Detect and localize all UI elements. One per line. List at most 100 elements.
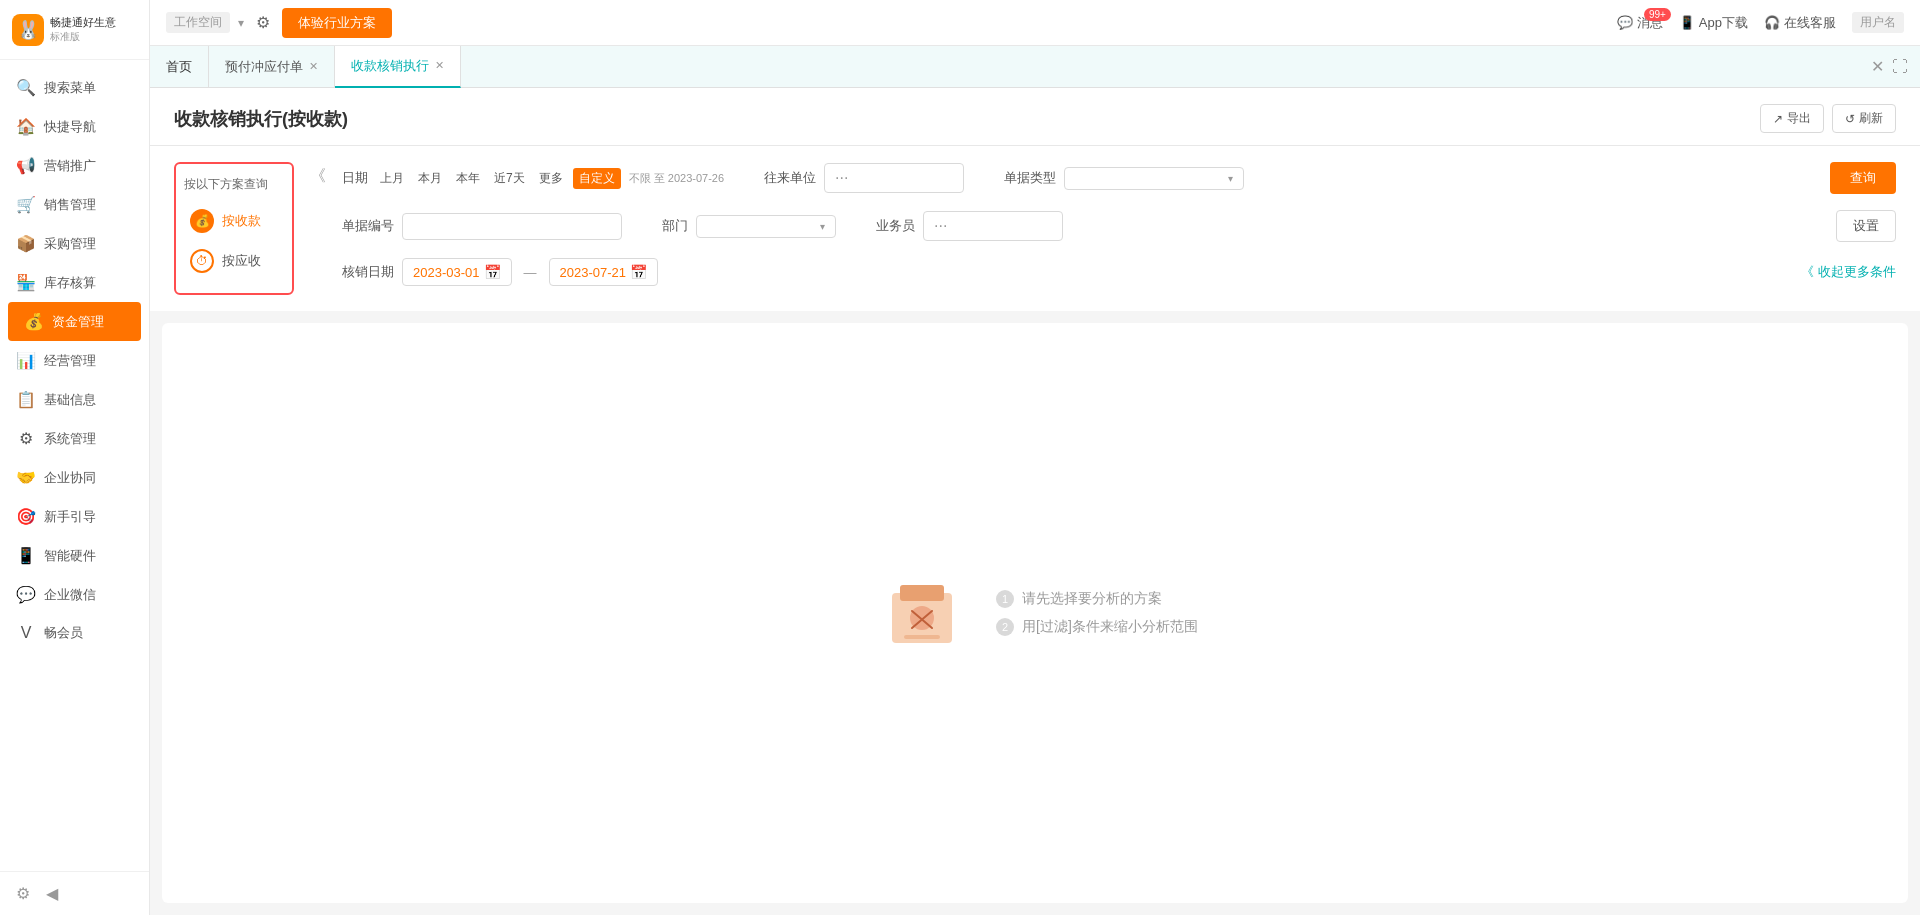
sidebar-icon-5: 🏪	[16, 273, 36, 292]
verify-date-field: 核销日期 2023-03-01 📅 — 2023-07-21 📅	[342, 258, 658, 286]
date-shortcuts: 上月 本月 本年 近7天 更多 自定义	[376, 168, 621, 189]
logo-icon: 🐰	[12, 14, 44, 46]
sidebar-item-畅会员[interactable]: V畅会员	[0, 614, 149, 652]
settings-bottom-icon[interactable]: ⚙	[16, 884, 30, 903]
date-more[interactable]: 更多	[535, 168, 567, 189]
calendar-start-icon[interactable]: 📅	[484, 264, 501, 280]
query-button[interactable]: 查询	[1830, 162, 1896, 194]
sidebar-icon-3: 🛒	[16, 195, 36, 214]
empty-tips: 1 请先选择要分析的方案 2 用[过滤]条件来缩小分析范围	[996, 590, 1198, 636]
tab-verify[interactable]: 收款核销执行 ✕	[335, 46, 461, 88]
sidebar-icon-13: 💬	[16, 585, 36, 604]
verify-tab-close-icon[interactable]: ✕	[435, 59, 444, 72]
doc-type-select[interactable]: ▾	[1064, 167, 1244, 190]
sidebar-item-搜索菜单[interactable]: 🔍 搜索菜单	[0, 68, 149, 107]
export-button[interactable]: ↗ 导出	[1760, 104, 1824, 133]
date-this-month[interactable]: 本月	[414, 168, 446, 189]
filter-by-receivable[interactable]: ⏱ 按应收	[184, 241, 284, 281]
sidebar-label-7: 经营管理	[44, 352, 96, 370]
export-icon: ↗	[1773, 112, 1783, 126]
sidebar-icon-8: 📋	[16, 390, 36, 409]
prepay-tab-label: 预付冲应付单	[225, 58, 303, 76]
sidebar-item-快捷导航[interactable]: 🏠 快捷导航	[0, 107, 149, 146]
sidebar-item-营销推广[interactable]: 📢营销推广	[0, 146, 149, 185]
doc-no-input[interactable]	[402, 213, 622, 240]
calendar-end-icon[interactable]: 📅	[630, 264, 647, 280]
sidebar-item-企业协同[interactable]: 🤝企业协同	[0, 458, 149, 497]
filter-toggle-icon[interactable]: 《	[310, 162, 326, 187]
tab-home[interactable]: 首页	[150, 46, 209, 88]
sidebar-label-1: 快捷导航	[44, 118, 96, 136]
sidebar-icon-1: 🏠	[16, 117, 36, 136]
filter-type-selector: 按以下方案查询 💰 按收款 ⏱ 按应收	[174, 162, 294, 295]
refresh-button[interactable]: ↺ 刷新	[1832, 104, 1896, 133]
sidebar-item-销售管理[interactable]: 🛒 销售管理	[0, 185, 149, 224]
sidebar-item-基础信息[interactable]: 📋基础信息	[0, 380, 149, 419]
staff-field: 业务员 ···	[876, 211, 1063, 241]
sidebar-label-0: 搜索菜单	[44, 79, 96, 97]
sidebar-item-系统管理[interactable]: ⚙系统管理	[0, 419, 149, 458]
collapse-more-button[interactable]: 《 收起更多条件	[1801, 263, 1896, 281]
staff-select[interactable]: ···	[923, 211, 1063, 241]
svg-rect-1	[900, 585, 944, 601]
date-7days[interactable]: 近7天	[490, 168, 529, 189]
content-area: 收款核销执行(按收款) ↗ 导出 ↺ 刷新 按以下方案查询 💰 按收款	[150, 88, 1920, 915]
filter-row-2: 单据编号 部门 ▾ 业务员 ···	[342, 210, 1896, 242]
receipt-label: 按收款	[222, 212, 261, 230]
staff-label: 业务员	[876, 217, 915, 235]
sidebar-icon-10: 🤝	[16, 468, 36, 487]
chevron-down-icon[interactable]: ▾	[238, 16, 244, 30]
sidebar-label-4: 采购管理	[44, 235, 96, 253]
sidebar-item-企业微信[interactable]: 💬 企业微信	[0, 575, 149, 614]
export-label: 导出	[1787, 110, 1811, 127]
sidebar-label-11: 新手引导	[44, 508, 96, 526]
verify-date-start-val: 2023-03-01	[413, 265, 480, 280]
tab-expand-button[interactable]: ⛶	[1892, 58, 1908, 76]
setting-button[interactable]: 设置	[1836, 210, 1896, 242]
prepay-tab-close-icon[interactable]: ✕	[309, 60, 318, 73]
verify-date-start-input[interactable]: 2023-03-01 📅	[402, 258, 512, 286]
sidebar-item-经营管理[interactable]: 📊经营管理	[0, 341, 149, 380]
service-label: 在线客服	[1784, 14, 1836, 32]
doc-type-field: 单据类型 ▾	[1004, 167, 1244, 190]
sidebar-item-资金管理[interactable]: 💰资金管理	[8, 302, 141, 341]
doc-type-label: 单据类型	[1004, 169, 1056, 187]
sidebar: 🐰 畅捷通好生意 标准版 🔍搜索菜单🏠快捷导航📢营销推广🛒销售管理📦采购管理🏪库…	[0, 0, 150, 915]
sidebar-icon-9: ⚙	[16, 429, 36, 448]
sidebar-item-库存核算[interactable]: 🏪 库存核算	[0, 263, 149, 302]
date-range-separator: —	[520, 265, 541, 280]
filter-form: 日期 上月 本月 本年 近7天 更多 自定义 不限 至 2023-07-26 往…	[342, 162, 1896, 295]
doc-no-label: 单据编号	[342, 217, 394, 235]
sidebar-label-13: 企业微信	[44, 586, 96, 604]
sidebar-label-3: 销售管理	[44, 196, 96, 214]
message-button[interactable]: 💬 消息 99+	[1617, 14, 1663, 32]
sidebar-icon-6: 💰	[24, 312, 44, 331]
collapse-sidebar-icon[interactable]: ◀	[46, 884, 58, 903]
topbar-gear-icon[interactable]: ⚙	[256, 13, 270, 32]
date-last-month[interactable]: 上月	[376, 168, 408, 189]
date-label: 日期	[342, 169, 368, 187]
sidebar-item-采购管理[interactable]: 📦采购管理	[0, 224, 149, 263]
partner-label: 往来单位	[764, 169, 816, 187]
partner-select[interactable]: ···	[824, 163, 964, 193]
sidebar-menu: 🔍 搜索菜单 🏠 快捷导航 📢营销推广 🛒 销售管理 📦采购管理 🏪 库存核算 💰资金管理📊经营管理…	[0, 60, 149, 871]
sidebar-icon-0: 🔍	[16, 78, 36, 97]
date-limit: 不限 至 2023-07-26	[629, 171, 724, 186]
sidebar-item-智能硬件[interactable]: 📱智能硬件	[0, 536, 149, 575]
sidebar-item-新手引导[interactable]: 🎯新手引导	[0, 497, 149, 536]
filter-by-receipt[interactable]: 💰 按收款	[184, 201, 284, 241]
sidebar-label-5: 库存核算	[44, 274, 96, 292]
user-info[interactable]: 用户名	[1852, 12, 1904, 33]
solution-button[interactable]: 体验行业方案	[282, 8, 392, 38]
app-download-button[interactable]: 📱 App下载	[1679, 14, 1748, 32]
online-service-button[interactable]: 🎧 在线客服	[1764, 14, 1836, 32]
date-custom[interactable]: 自定义	[573, 168, 621, 189]
receivable-icon: ⏱	[190, 249, 214, 273]
partner-dots-icon: ···	[835, 169, 848, 187]
page-title: 收款核销执行(按收款)	[174, 107, 348, 143]
tab-prepay[interactable]: 预付冲应付单 ✕	[209, 46, 335, 88]
tab-close-all-button[interactable]: ✕	[1871, 57, 1884, 76]
dept-select[interactable]: ▾	[696, 215, 836, 238]
date-this-year[interactable]: 本年	[452, 168, 484, 189]
verify-date-end-input[interactable]: 2023-07-21 📅	[549, 258, 659, 286]
